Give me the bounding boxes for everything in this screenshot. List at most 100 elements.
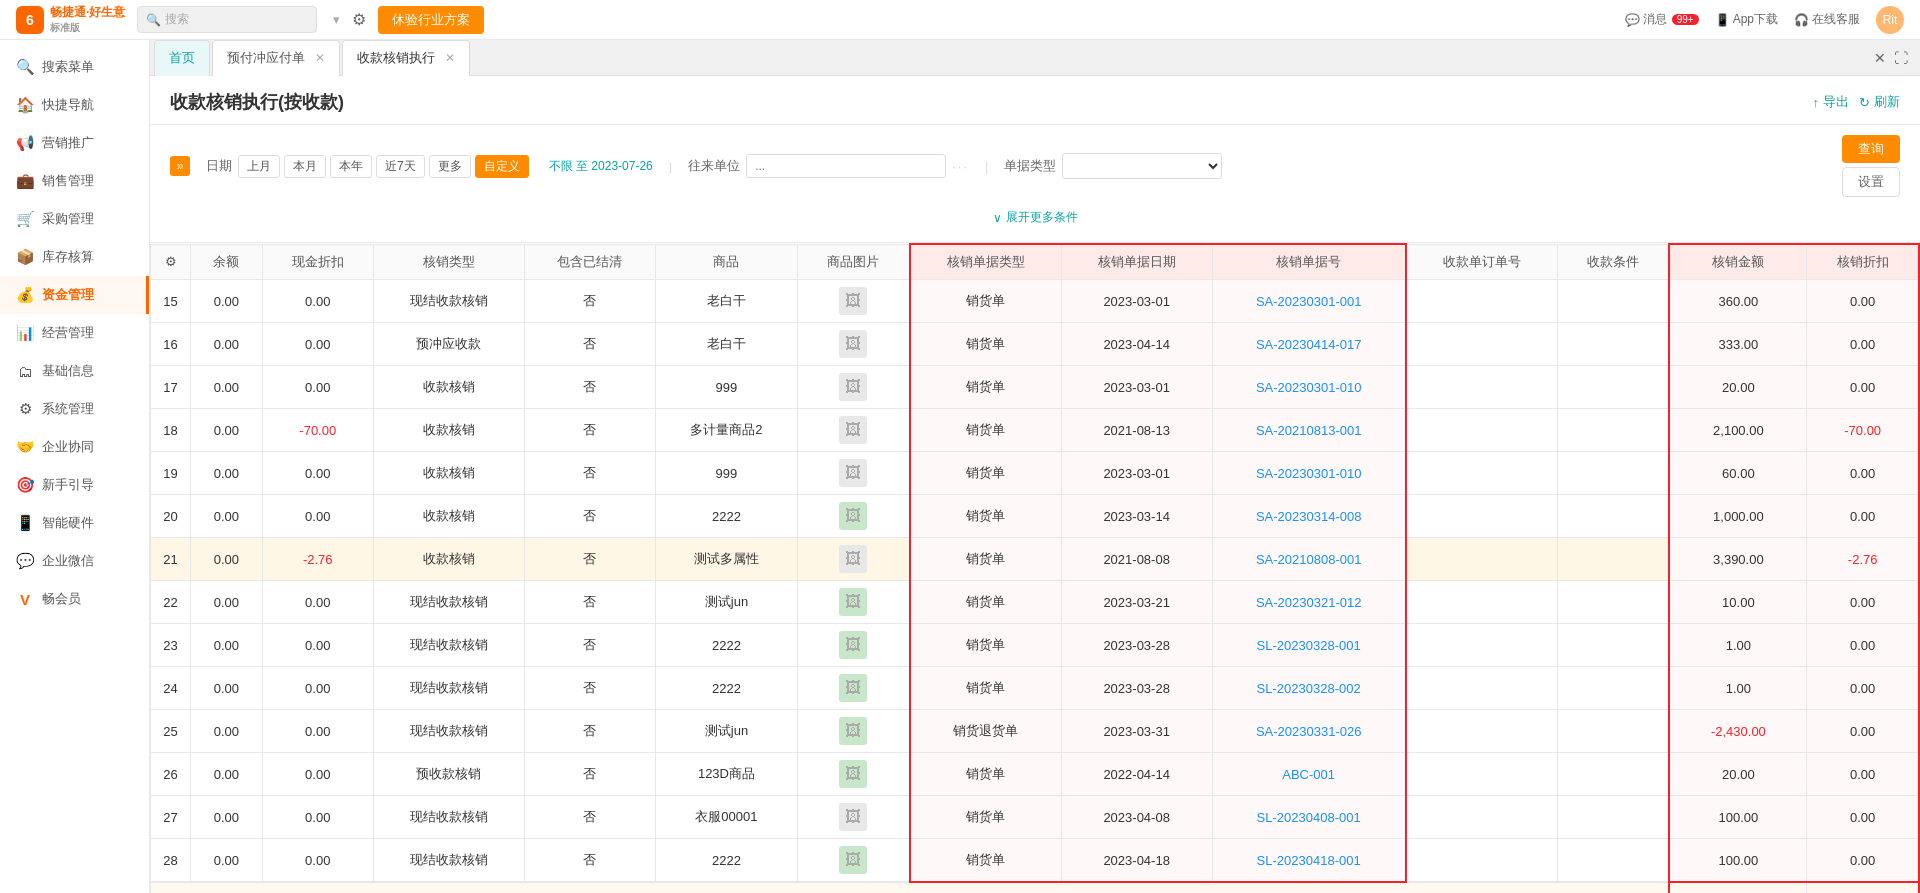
receipt-order-num-cell: [1406, 495, 1558, 538]
sidebar-item-inventory[interactable]: 📦 库存核算: [0, 238, 149, 276]
sidebar-item-search[interactable]: 🔍 搜索菜单: [0, 48, 149, 86]
expand-tab-icon[interactable]: ⛶: [1894, 50, 1908, 66]
sidebar-item-guide[interactable]: 🎯 新手引导: [0, 466, 149, 504]
sidebar-item-operations[interactable]: 📊 经营管理: [0, 314, 149, 352]
cancel-num-cell: SA-20210808-001: [1212, 538, 1406, 581]
collection-tab-close-icon[interactable]: ✕: [445, 51, 455, 65]
cancel-num-cell: SL-20230418-001: [1212, 839, 1406, 883]
partner-input[interactable]: [746, 154, 946, 178]
goods-image: 🖼: [839, 588, 867, 616]
sidebar-item-marketing[interactable]: 📢 营销推广: [0, 124, 149, 162]
filter-settings-btn[interactable]: 设置: [1842, 167, 1900, 197]
goods-image: 🖼: [839, 631, 867, 659]
table-wrapper: ⚙ 余额 现金折扣 核销类型 包含已结清 商品 商品图片 核销单据类型 核销单据…: [150, 243, 1920, 893]
cancel-voucher-type-cell: 销货退货单: [910, 710, 1062, 753]
cancel-voucher-type-cell: 销货单: [910, 409, 1062, 452]
app-download-btn[interactable]: 📱 App下载: [1715, 11, 1778, 28]
th-cancel-amount: 核销金额: [1669, 244, 1806, 280]
sidebar-item-member[interactable]: V 畅会员: [0, 580, 149, 618]
cancel-type-cell: 收款核销: [373, 409, 524, 452]
include-settled-cell: 否: [524, 581, 655, 624]
include-settled-cell: 否: [524, 280, 655, 323]
this-month-btn[interactable]: 本月: [284, 155, 326, 178]
sidebar-item-wechat[interactable]: 💬 企业微信: [0, 542, 149, 580]
goods-cell: 999: [655, 452, 797, 495]
receipt-order-num-cell: [1406, 839, 1558, 883]
wechat-icon: 💬: [16, 552, 34, 570]
user-avatar[interactable]: Rit: [1876, 6, 1904, 34]
sidebar-item-quicknav[interactable]: 🏠 快捷导航: [0, 86, 149, 124]
last-7days-btn[interactable]: 近7天: [376, 155, 425, 178]
this-year-btn[interactable]: 本年: [330, 155, 372, 178]
sidebar-item-collab[interactable]: 🤝 企业协同: [0, 428, 149, 466]
table-row: 22 0.00 0.00 现结收款核销 否 测试jun 🖼 销货单 2023-0…: [151, 581, 1920, 624]
cancel-num-cell: SA-20230301-010: [1212, 452, 1406, 495]
tab-home[interactable]: 首页: [154, 40, 210, 76]
expand-icon: ∨: [993, 211, 1002, 225]
expand-more-btn[interactable]: ∨ 展开更多条件: [993, 209, 1078, 226]
receipt-condition-cell: [1557, 409, 1669, 452]
cancel-voucher-type-cell: 销货单: [910, 753, 1062, 796]
more-date-btn[interactable]: 更多: [429, 155, 471, 178]
cancel-amount-cell: -2,430.00: [1669, 710, 1806, 753]
goods-cell: 2222: [655, 667, 797, 710]
cancel-amount-cell: 1,000.00: [1669, 495, 1806, 538]
goods-img-cell: 🖼: [798, 409, 910, 452]
goods-image: 🖼: [839, 373, 867, 401]
sales-icon: 💼: [16, 172, 34, 190]
goods-cell: 2222: [655, 624, 797, 667]
table-row: 17 0.00 0.00 收款核销 否 999 🖼 销货单 2023-03-01…: [151, 366, 1920, 409]
basic-icon: 🗂: [16, 363, 34, 380]
settings-icon[interactable]: ⚙: [352, 10, 366, 29]
sidebar-item-hardware[interactable]: 📱 智能硬件: [0, 504, 149, 542]
cancel-voucher-type-cell: 销货单: [910, 280, 1062, 323]
home-tab-label: 首页: [169, 49, 195, 67]
industry-btn[interactable]: 休验行业方案: [378, 6, 484, 34]
close-tab-icon[interactable]: ✕: [1874, 50, 1886, 66]
sidebar-item-basic[interactable]: 🗂 基础信息: [0, 352, 149, 390]
sidebar-item-system[interactable]: ⚙ 系统管理: [0, 390, 149, 428]
sidebar-item-finance[interactable]: 💰 资金管理: [0, 276, 149, 314]
refresh-btn[interactable]: ↻ 刷新: [1859, 93, 1900, 111]
last-month-btn[interactable]: 上月: [238, 155, 280, 178]
filter-bar: » 日期 上月 本月 本年 近7天 更多 自定义 不限 至 2023-07-26: [150, 125, 1920, 243]
cancel-type-cell: 现结收款核销: [373, 280, 524, 323]
voucher-type-select[interactable]: [1062, 153, 1222, 179]
query-btn[interactable]: 查询: [1842, 135, 1900, 163]
th-gear[interactable]: ⚙: [151, 244, 191, 280]
custom-date-btn[interactable]: 自定义: [475, 155, 529, 178]
cancel-type-cell: 预冲应收款: [373, 323, 524, 366]
cancel-date-cell: 2022-04-14: [1061, 753, 1212, 796]
export-btn[interactable]: ↑ 导出: [1813, 93, 1850, 111]
messages-btn[interactable]: 💬 消息 99+: [1625, 11, 1699, 28]
table-row: 28 0.00 0.00 现结收款核销 否 2222 🖼 销货单 2023-04…: [151, 839, 1920, 883]
prepay-tab-close-icon[interactable]: ✕: [315, 51, 325, 65]
goods-cell: 999: [655, 366, 797, 409]
cash-discount-cell: 0.00: [262, 581, 373, 624]
seq-cell: 18: [151, 409, 191, 452]
cash-discount-cell: 0.00: [262, 495, 373, 538]
marketing-icon: 📢: [16, 134, 34, 152]
table-row: 16 0.00 0.00 预冲应收款 否 老白干 🖼 销货单 2023-04-1…: [151, 323, 1920, 366]
voucher-type-filter: 单据类型: [1004, 153, 1222, 179]
main-layout: 🔍 搜索菜单 🏠 快捷导航 📢 营销推广 💼 销售管理 🛒 采购管理 📦 库存核…: [0, 40, 1920, 893]
cancel-type-cell: 预收款核销: [373, 753, 524, 796]
goods-image: 🖼: [839, 846, 867, 874]
seq-cell: 23: [151, 624, 191, 667]
cancel-date-cell: 2023-04-08: [1061, 796, 1212, 839]
receipt-condition-cell: [1557, 452, 1669, 495]
filter-toggle-btn[interactable]: »: [170, 156, 190, 176]
sidebar-item-sales[interactable]: 💼 销售管理: [0, 162, 149, 200]
goods-cell: 123D商品: [655, 753, 797, 796]
member-icon: V: [16, 591, 34, 608]
tab-collection[interactable]: 收款核销执行 ✕: [342, 40, 470, 76]
search-dropdown-icon[interactable]: ▾: [333, 12, 340, 27]
balance-cell: 0.00: [191, 452, 263, 495]
cancel-amount-cell: 3,390.00: [1669, 538, 1806, 581]
sidebar-item-purchase[interactable]: 🛒 采购管理: [0, 200, 149, 238]
search-box[interactable]: 🔍 搜索: [137, 6, 317, 33]
balance-cell: 0.00: [191, 280, 263, 323]
cancel-date-cell: 2023-03-31: [1061, 710, 1212, 753]
tab-prepay[interactable]: 预付冲应付单 ✕: [212, 40, 340, 76]
online-service-btn[interactable]: 🎧 在线客服: [1794, 11, 1860, 28]
